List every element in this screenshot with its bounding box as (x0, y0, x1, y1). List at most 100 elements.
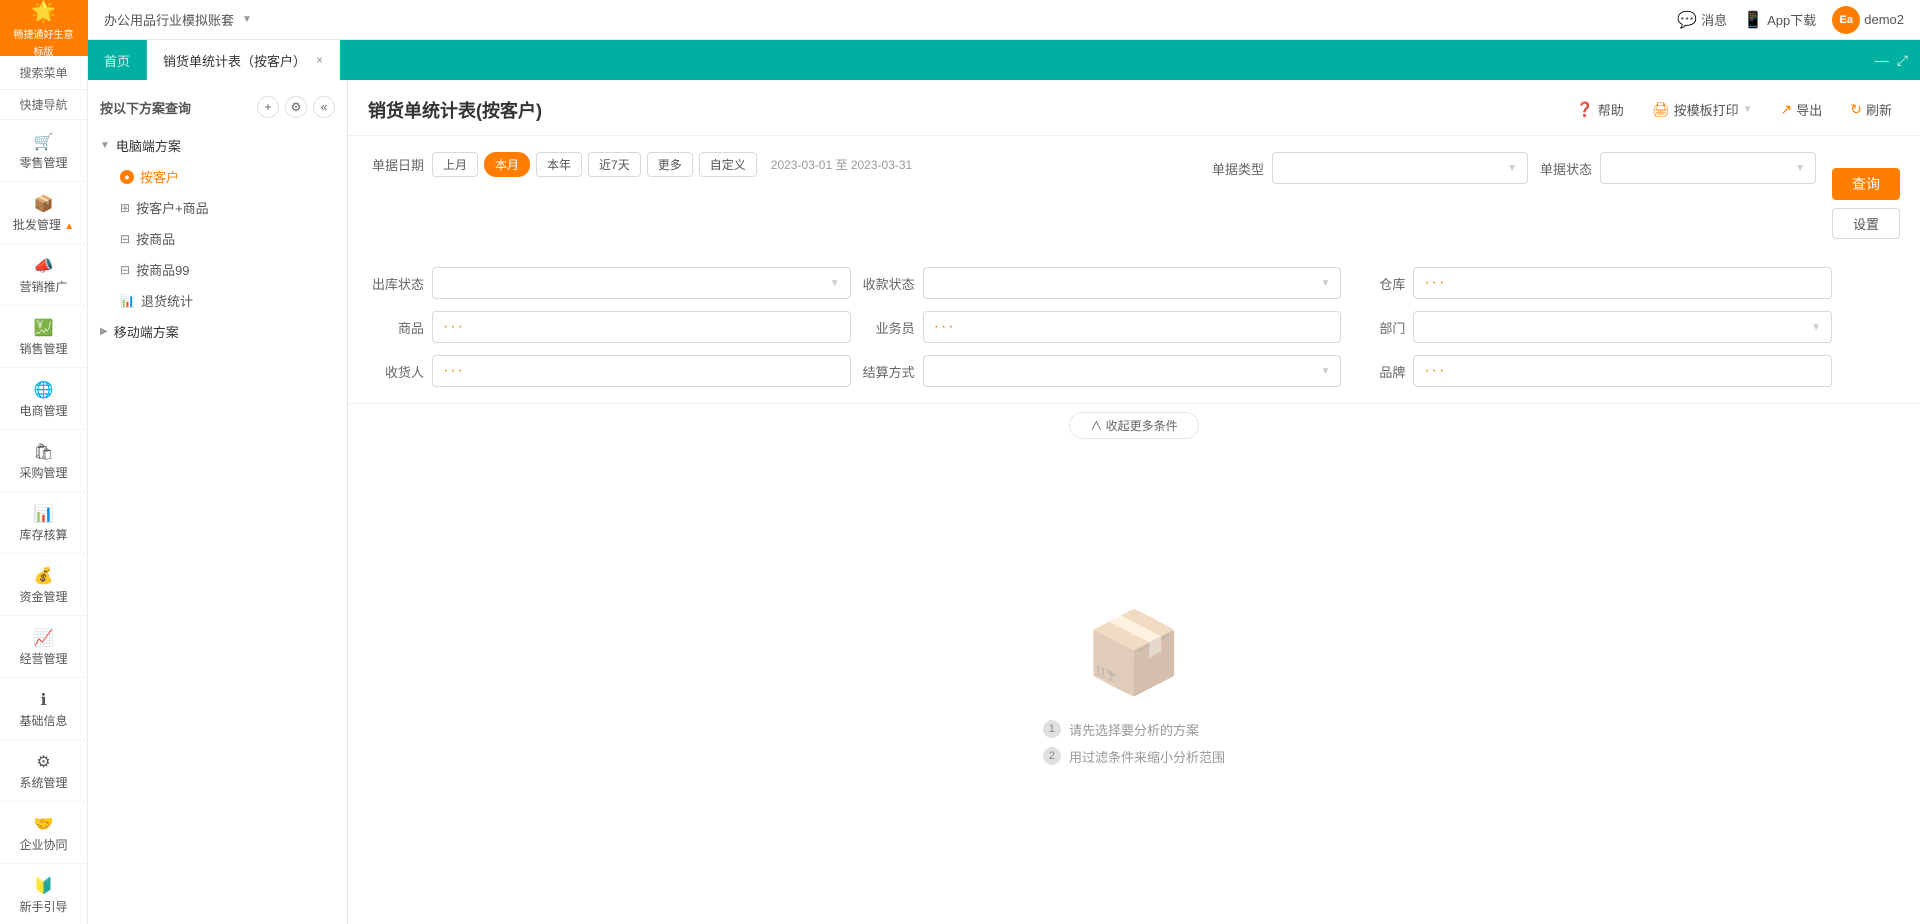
sidebar-item-label: 电商管理 (19, 404, 67, 418)
refresh-btn[interactable]: ↻ 刷新 (1842, 96, 1900, 123)
sidebar-item-enterprise[interactable]: 🤝 企业协同 (0, 802, 87, 864)
sidebar-nav-section[interactable]: 快捷导航 (0, 90, 87, 120)
brand-select[interactable]: ··· (1413, 355, 1832, 387)
header-dropdown-icon[interactable]: ▼ (242, 14, 252, 25)
date-this-year-btn[interactable]: 本年 (536, 152, 582, 177)
scheme-by-goods[interactable]: ⊟ 按商品 (88, 223, 347, 254)
collapse-conditions-btn[interactable]: ∧ 收起更多条件 (1069, 412, 1198, 439)
tab-close-icon[interactable]: × (316, 53, 323, 67)
mobile-section-header[interactable]: ▶ 移动端方案 (88, 316, 347, 347)
goods-select[interactable]: ··· (432, 311, 851, 343)
scheme-label: 按商品 (136, 229, 175, 248)
top-header: 办公用品行业模拟账套 ▼ 💬 消息 📱 App下载 Ea demo2 (88, 0, 1920, 40)
main-area: 办公用品行业模拟账套 ▼ 💬 消息 📱 App下载 Ea demo2 (88, 0, 1920, 924)
goods-dots: ··· (443, 318, 465, 336)
tab-maximize-icon[interactable]: ⤢ (1897, 52, 1908, 69)
sidebar-item-inventory[interactable]: 📊 库存核算 (0, 492, 87, 554)
search-menu-label[interactable]: 搜索菜单 (19, 66, 67, 80)
query-btn[interactable]: 查询 (1832, 168, 1900, 200)
ecommerce-icon: 🌐 (4, 380, 83, 400)
operations-icon: 📈 (4, 628, 83, 648)
left-panel-header: 按以下方案查询 + ⚙ « (88, 90, 347, 126)
message-btn[interactable]: 💬 消息 (1677, 10, 1727, 30)
sidebar-item-label: 零售管理 (19, 156, 67, 170)
mobile-section-label: 移动端方案 (114, 322, 179, 341)
dept-select[interactable]: ▼ (1413, 311, 1832, 343)
ship-status-select[interactable]: ▼ (432, 267, 851, 299)
scheme-by-customer[interactable]: ● 按客户 (88, 161, 347, 192)
collapse-label: ∧ 收起更多条件 (1090, 417, 1177, 434)
receiver-label: 收货人 (368, 362, 424, 381)
dept-arrow-icon: ▼ (1811, 322, 1821, 333)
home-tab-label: 首页 (104, 51, 130, 70)
date-last-7days-btn[interactable]: 近7天 (588, 152, 641, 177)
order-status-label: 单据状态 (1536, 159, 1592, 178)
app-logo[interactable]: 🌟 畅捷通好生意 标版 (0, 0, 88, 56)
sidebar-item-wholesale[interactable]: 📦 批发管理 ▲ (0, 182, 87, 244)
date-last-month-btn[interactable]: 上月 (432, 152, 478, 177)
settings-btn[interactable]: 设置 (1832, 208, 1900, 239)
empty-tip-2: 2 用过滤条件来缩小分析范围 (1043, 747, 1225, 766)
active-tab-label: 销货单统计表（按客户） (163, 51, 306, 70)
date-custom-btn[interactable]: 自定义 (699, 152, 757, 177)
scheme-by-goods99[interactable]: ⊟ 按商品99 (88, 254, 347, 285)
receipt-status-select[interactable]: ▼ (923, 267, 1342, 299)
active-scheme-dot: ● (120, 170, 134, 184)
order-status-arrow-icon: ▼ (1795, 163, 1805, 174)
help-label: 帮助 (1598, 100, 1624, 119)
help-btn[interactable]: ❓ 帮助 (1568, 96, 1631, 123)
sidebar-item-marketing[interactable]: 📣 营销推广 (0, 244, 87, 306)
empty-tips: 1 请先选择要分析的方案 2 用过滤条件来缩小分析范围 (1043, 720, 1225, 766)
date-range-text: 2023-03-01 至 2023-03-31 (771, 156, 912, 173)
ship-status-arrow-icon: ▼ (830, 278, 840, 289)
settings-scheme-btn[interactable]: ⚙ (285, 96, 307, 118)
user-avatar: Ea (1832, 6, 1860, 34)
salesperson-select[interactable]: ··· (923, 311, 1342, 343)
date-this-month-btn[interactable]: 本月 (484, 152, 530, 177)
sidebar-item-label: 基础信息 (19, 714, 67, 728)
tab-active[interactable]: 销货单统计表（按客户） × (147, 40, 340, 80)
sidebar-search-section[interactable]: 搜索菜单 (0, 56, 87, 90)
scheme-returns[interactable]: 📊 退货统计 (88, 285, 347, 316)
scheme-by-customer-goods[interactable]: ⊞ 按客户+商品 (88, 192, 347, 223)
date-more-btn[interactable]: 更多 (647, 152, 693, 177)
desktop-section-header[interactable]: ▼ 电脑端方案 (88, 130, 347, 161)
sidebar-item-purchase[interactable]: 🛍 采购管理 (0, 430, 87, 492)
warehouse-select[interactable]: ··· (1413, 267, 1832, 299)
page-title-bar: 销货单统计表(按客户) ❓ 帮助 🖨 按模板打印 ▼ ↗ (348, 80, 1920, 136)
quick-nav-label[interactable]: 快捷导航 (0, 90, 87, 119)
tip1-num: 1 (1043, 720, 1061, 738)
sidebar-item-finance[interactable]: 💰 资金管理 (0, 554, 87, 616)
sidebar-item-basic-info[interactable]: ℹ 基础信息 (0, 678, 87, 740)
tree-section: ▼ 电脑端方案 ● 按客户 ⊞ 按客户+商品 ⊟ 按商品 (88, 126, 347, 351)
print-btn[interactable]: 🖨 按模板打印 ▼ (1644, 96, 1761, 123)
order-status-select[interactable]: ▼ (1600, 152, 1816, 184)
salesperson-label: 业务员 (859, 318, 915, 337)
order-type-select[interactable]: ▼ (1272, 152, 1528, 184)
user-name: demo2 (1864, 12, 1904, 27)
tab-minimize-icon[interactable]: — (1875, 52, 1889, 68)
collapse-panel-btn[interactable]: « (313, 96, 335, 118)
add-scheme-btn[interactable]: + (257, 96, 279, 118)
date-label: 单据日期 (368, 155, 424, 174)
sidebar-item-label: 系统管理 (19, 776, 67, 790)
enterprise-icon: 🤝 (4, 814, 83, 834)
system-icon: ⚙ (4, 752, 83, 772)
print-icon: 🖨 (1652, 101, 1670, 118)
sidebar-item-operations[interactable]: 📈 经营管理 (0, 616, 87, 678)
receiver-select[interactable]: ··· (432, 355, 851, 387)
export-btn[interactable]: ↗ 导出 (1773, 96, 1831, 123)
sidebar-item-ecommerce[interactable]: 🌐 电商管理 (0, 368, 87, 430)
tip1-text: 请先选择要分析的方案 (1069, 720, 1199, 739)
user-menu[interactable]: Ea demo2 (1832, 6, 1904, 34)
app-download-btn[interactable]: 📱 App下载 (1743, 10, 1816, 30)
sidebar-item-retail[interactable]: 🛒 零售管理 (0, 120, 87, 182)
dept-label: 部门 (1349, 318, 1405, 337)
mobile-arrow-icon: ▶ (100, 326, 108, 337)
tab-home[interactable]: 首页 (88, 40, 147, 80)
payment-select[interactable]: ▼ (923, 355, 1342, 387)
active-scheme-label: 按客户 (140, 167, 179, 186)
sidebar-item-sales[interactable]: 💹 销售管理 (0, 306, 87, 368)
sidebar-item-system[interactable]: ⚙ 系统管理 (0, 740, 87, 802)
sidebar-item-newbie[interactable]: 🔰 新手引导 (0, 864, 87, 924)
